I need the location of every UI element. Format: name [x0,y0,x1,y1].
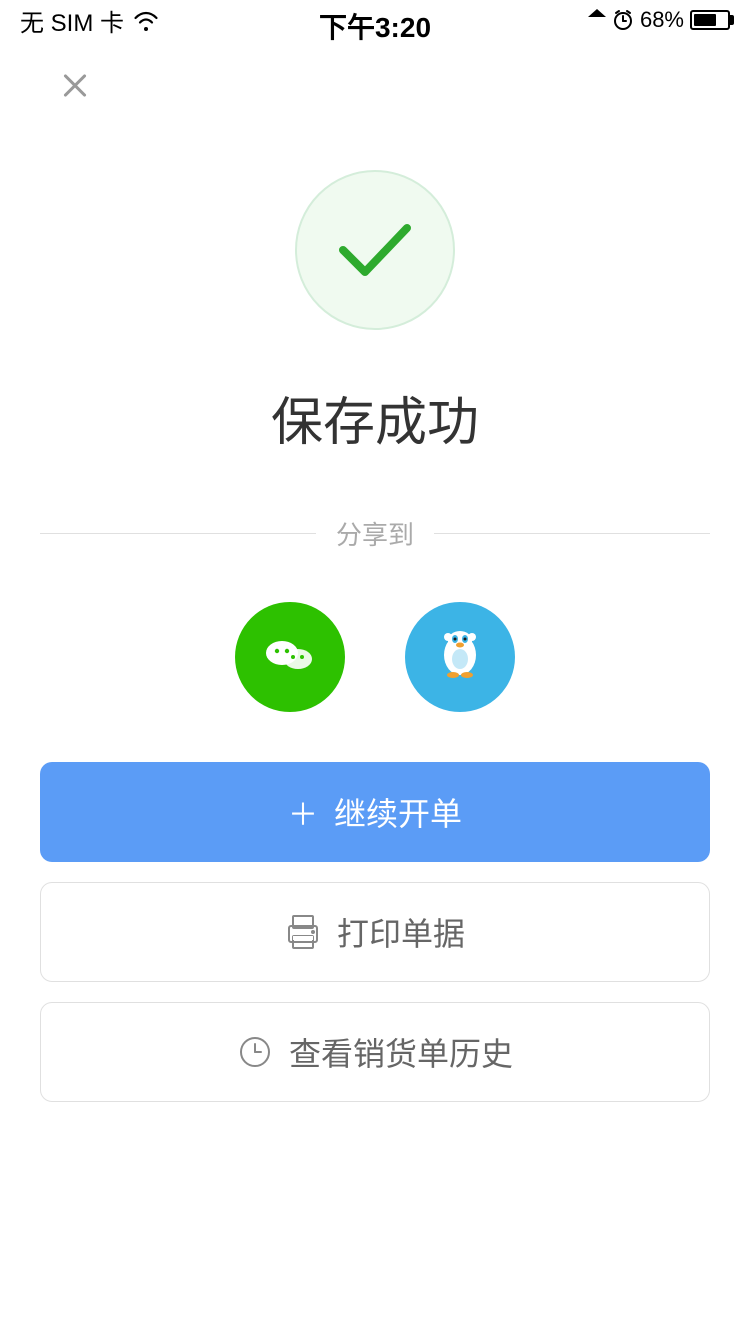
wifi-icon [132,9,160,31]
battery-percent: 68% [640,7,684,33]
print-label: 打印单据 [337,909,465,955]
plus-icon: ＋ [288,790,318,834]
action-buttons: ＋ 继续开单 打印单据 查看销货单历史 [40,762,710,1102]
status-time: 下午3:20 [319,6,431,46]
status-right: 68% [588,7,730,33]
share-divider: 分享到 [40,515,710,552]
history-label: 查看销货单历史 [289,1029,513,1075]
checkmark-icon [335,220,415,280]
share-icons [40,602,710,712]
battery-icon [690,10,730,30]
history-button[interactable]: 查看销货单历史 [40,1002,710,1102]
share-section: 分享到 [40,515,710,712]
close-button[interactable] [50,60,100,110]
qq-share-button[interactable] [405,602,515,712]
main-content: 保存成功 分享到 [0,110,750,1334]
share-label: 分享到 [336,515,414,552]
location-icon [588,9,606,31]
print-button[interactable]: 打印单据 [40,882,710,982]
status-left: 无 SIM 卡 [20,3,160,38]
success-title: 保存成功 [271,380,479,455]
alarm-icon [612,9,634,31]
continue-label: 继续开单 [334,789,462,835]
success-icon-circle [295,170,455,330]
printer-icon [285,914,321,950]
qq-icon [428,625,493,690]
wechat-icon [258,625,323,690]
clock-icon [237,1034,273,1070]
sim-text: 无 SIM 卡 [20,3,124,38]
wechat-share-button[interactable] [235,602,345,712]
continue-button[interactable]: ＋ 继续开单 [40,762,710,862]
status-bar: 无 SIM 卡 下午3:20 68% [0,0,750,40]
